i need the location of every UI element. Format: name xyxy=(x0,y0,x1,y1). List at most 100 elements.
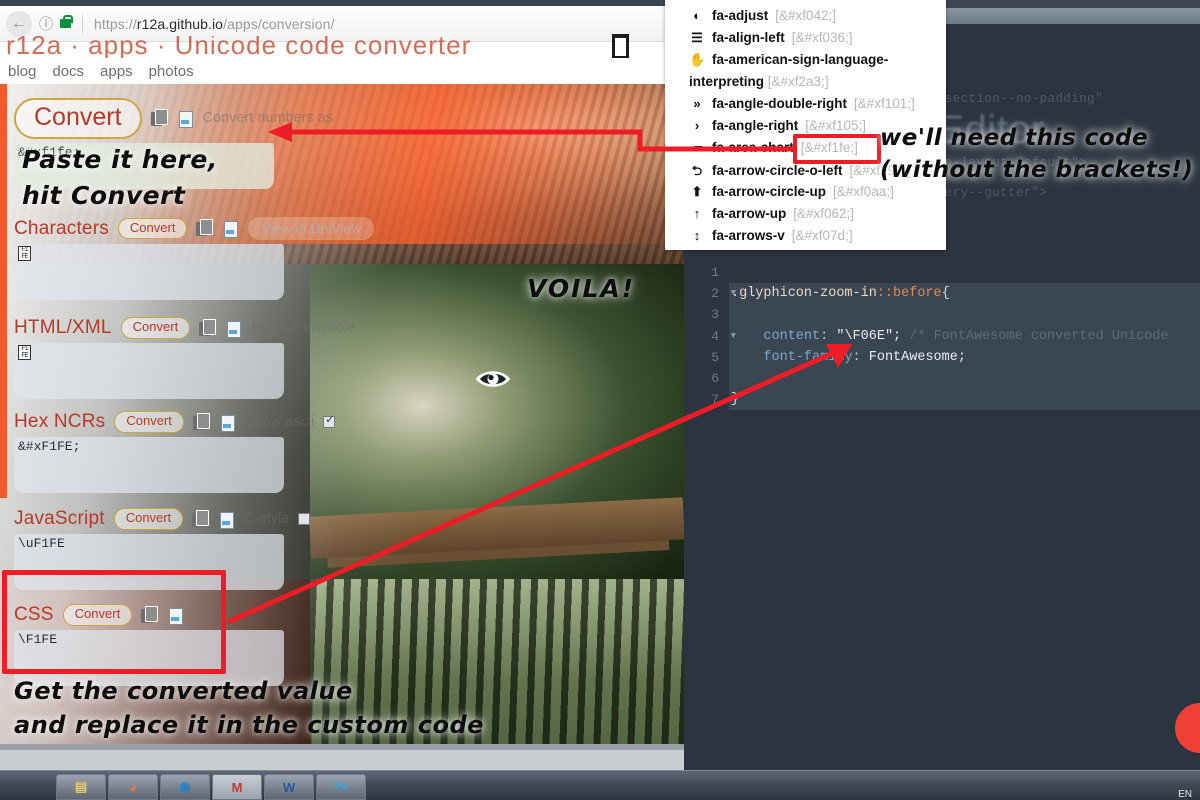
icon-name: fa-arrows-v xyxy=(712,228,785,243)
convert-button-characters[interactable]: Convert xyxy=(117,217,188,240)
taskbar-item-firefox[interactable]: ◕ xyxy=(108,774,158,800)
site-title: r12a · apps · Unicode code converter xyxy=(6,36,472,58)
taskbar-item-word[interactable]: W xyxy=(264,774,314,800)
nav-link-apps[interactable]: apps xyxy=(100,63,133,80)
page-icon[interactable] xyxy=(225,319,242,338)
taskbar-item-photoshop[interactable]: Ps xyxy=(316,774,366,800)
placeholder-glyph: F1 FE xyxy=(18,246,31,261)
show-ascii-checkbox[interactable] xyxy=(323,413,336,428)
view-in-uniview-button[interactable]: View in UniView xyxy=(248,217,375,240)
css-selector: .glyphicon-zoom-in xyxy=(731,286,877,302)
line-number: 1 xyxy=(711,265,719,280)
icon-name: fa-arrow-up xyxy=(712,206,787,221)
page-icon[interactable] xyxy=(218,510,235,529)
fa-arrow-circle-o-left-icon: ⮌ xyxy=(691,163,703,178)
page-icon[interactable] xyxy=(219,413,236,432)
icon-code: [&#xf07d;] xyxy=(791,228,853,243)
site-nav: blog docs apps photos xyxy=(0,58,684,84)
c-style-checkbox[interactable] xyxy=(298,513,311,525)
icon-name: fa-area-chart xyxy=(712,140,794,155)
code-editor[interactable]: 1 2 ▼ 3 4 ▼ 5 6 7 .glyphicon-zoom-in::befo… xyxy=(685,262,1200,440)
fa-angle-right-icon: › xyxy=(694,118,700,133)
fa-arrow-circle-up-icon: ⬆ xyxy=(691,184,703,199)
convert-button-javascript[interactable]: Convert xyxy=(113,508,184,530)
fa-angle-double-right-icon: » xyxy=(693,96,701,111)
row-characters: Characters Convert View in UniView F1 FE xyxy=(14,217,375,300)
copy-icon[interactable] xyxy=(192,412,210,432)
line-number: 2 ▼ xyxy=(685,283,736,304)
annotation-get-value: Get the converted value and replace it i… xyxy=(14,677,484,739)
option-escape-invisible[interactable]: Escape invisible xyxy=(251,320,355,336)
icon-name: fa-angle-double-right xyxy=(712,96,847,111)
row-input-header: Convert Convert numbers as xyxy=(14,98,333,139)
line-number: 3 xyxy=(711,307,719,323)
nav-link-blog[interactable]: blog xyxy=(8,63,36,80)
css-close-brace: } xyxy=(731,392,740,408)
row-hex-ncrs-header: Hex NCRs Convert Show ascii xyxy=(14,411,336,433)
fa-american-sign-language-icon: ✋ xyxy=(689,52,706,67)
lock-icon[interactable] xyxy=(60,15,73,28)
option-convert-numbers-as[interactable]: Convert numbers as xyxy=(203,110,334,126)
copy-icon[interactable] xyxy=(192,509,210,529)
convert-button-html-xml[interactable]: Convert xyxy=(120,317,191,339)
nav-link-photos[interactable]: photos xyxy=(149,63,194,80)
hex-ncrs-textarea[interactable]: &#xF1FE; xyxy=(14,437,284,493)
icon-code: [&#xf105;] xyxy=(805,118,867,133)
list-item[interactable]: ↕ fa-arrows-v [&#xf07d;] xyxy=(665,228,946,250)
code-line-4: content: "\F06E"; /* FontAwesome convert… xyxy=(763,328,1169,344)
fa-arrows-v-icon: ↕ xyxy=(693,228,701,243)
icon-code: [&#xf2a3;] xyxy=(767,74,829,89)
list-item[interactable]: ◐ fa-adjust [&#xf042;] xyxy=(665,8,946,30)
page-icon[interactable] xyxy=(177,109,194,128)
list-item[interactable]: ↑ fa-arrow-up [&#xf062;] xyxy=(665,206,946,228)
icon-name: fa-angle-right xyxy=(712,118,799,133)
icon-code: [&#xf042;] xyxy=(775,8,837,23)
annotation-need-code: we'll need this code (without the bracke… xyxy=(880,125,1194,183)
css-property-content: content xyxy=(763,328,821,344)
photoshop-icon: Ps xyxy=(334,781,348,793)
convert-button-main[interactable]: Convert xyxy=(14,98,142,139)
label-javascript: JavaScript xyxy=(14,508,105,529)
fa-arrow-up-icon: ↑ xyxy=(693,206,701,221)
annotation-paste-here: Paste it here, hit Convert xyxy=(22,145,218,210)
page-icon[interactable] xyxy=(222,219,239,238)
icon-code: [&#xf036;] xyxy=(791,30,853,45)
code-body[interactable]: .glyphicon-zoom-in::before{ content: "\F… xyxy=(731,262,1200,440)
list-item[interactable]: ⬆ fa-arrow-circle-up [&#xf0aa;] xyxy=(665,184,946,206)
copy-icon[interactable] xyxy=(196,219,214,238)
javascript-value: \uF1FE xyxy=(18,536,65,551)
option-c-style[interactable]: C-style xyxy=(244,511,289,527)
fa-area-chart-icon: ▰ xyxy=(692,140,702,155)
option-show-ascii[interactable]: Show ascii xyxy=(245,414,314,430)
eye-icon xyxy=(475,368,511,390)
html-xml-textarea[interactable]: F1 FE xyxy=(14,343,284,399)
copy-icon[interactable] xyxy=(199,318,217,338)
info-icon[interactable]: ⓘ xyxy=(39,14,53,34)
highlight-box-css-row xyxy=(2,570,226,674)
list-item[interactable]: ☰ fa-align-left [&#xf036;] xyxy=(665,30,946,52)
list-item-continuation[interactable]: interpreting [&#xf2a3;] xyxy=(665,74,946,96)
nav-link-docs[interactable]: docs xyxy=(52,63,84,80)
copy-icon[interactable] xyxy=(150,108,168,128)
system-tray[interactable]: EN xyxy=(1178,789,1200,800)
icon-name: fa-american-sign-language- xyxy=(712,52,889,67)
row-html-xml-header: HTML/XML Convert Escape invisible xyxy=(14,317,355,339)
taskbar-item-mobirise[interactable]: M xyxy=(212,774,262,800)
taskbar-item-folder[interactable]: ▤ xyxy=(56,774,106,800)
list-item[interactable]: ✋ fa-american-sign-language- xyxy=(665,52,946,74)
css-value-font-family: FontAwesome; xyxy=(868,349,966,365)
icon-name-continued: interpreting xyxy=(689,74,765,89)
characters-textarea[interactable]: F1 FE xyxy=(14,244,284,300)
address-bar-text[interactable]: https://r12a.github.io/apps/conversion/ xyxy=(94,16,335,32)
back-arrow-icon[interactable]: ← xyxy=(6,10,32,37)
list-item[interactable]: » fa-angle-double-right [&#xf101;] xyxy=(665,96,946,118)
css-comment: /* FontAwesome converted Unicode xyxy=(909,328,1169,344)
taskbar-item-browser[interactable]: ◉ xyxy=(160,774,210,800)
annotation-voila: VOILA! xyxy=(527,274,636,303)
code-line-7: } xyxy=(731,389,1200,410)
url-divider xyxy=(82,14,83,33)
convert-button-hex-ncrs[interactable]: Convert xyxy=(114,411,184,433)
